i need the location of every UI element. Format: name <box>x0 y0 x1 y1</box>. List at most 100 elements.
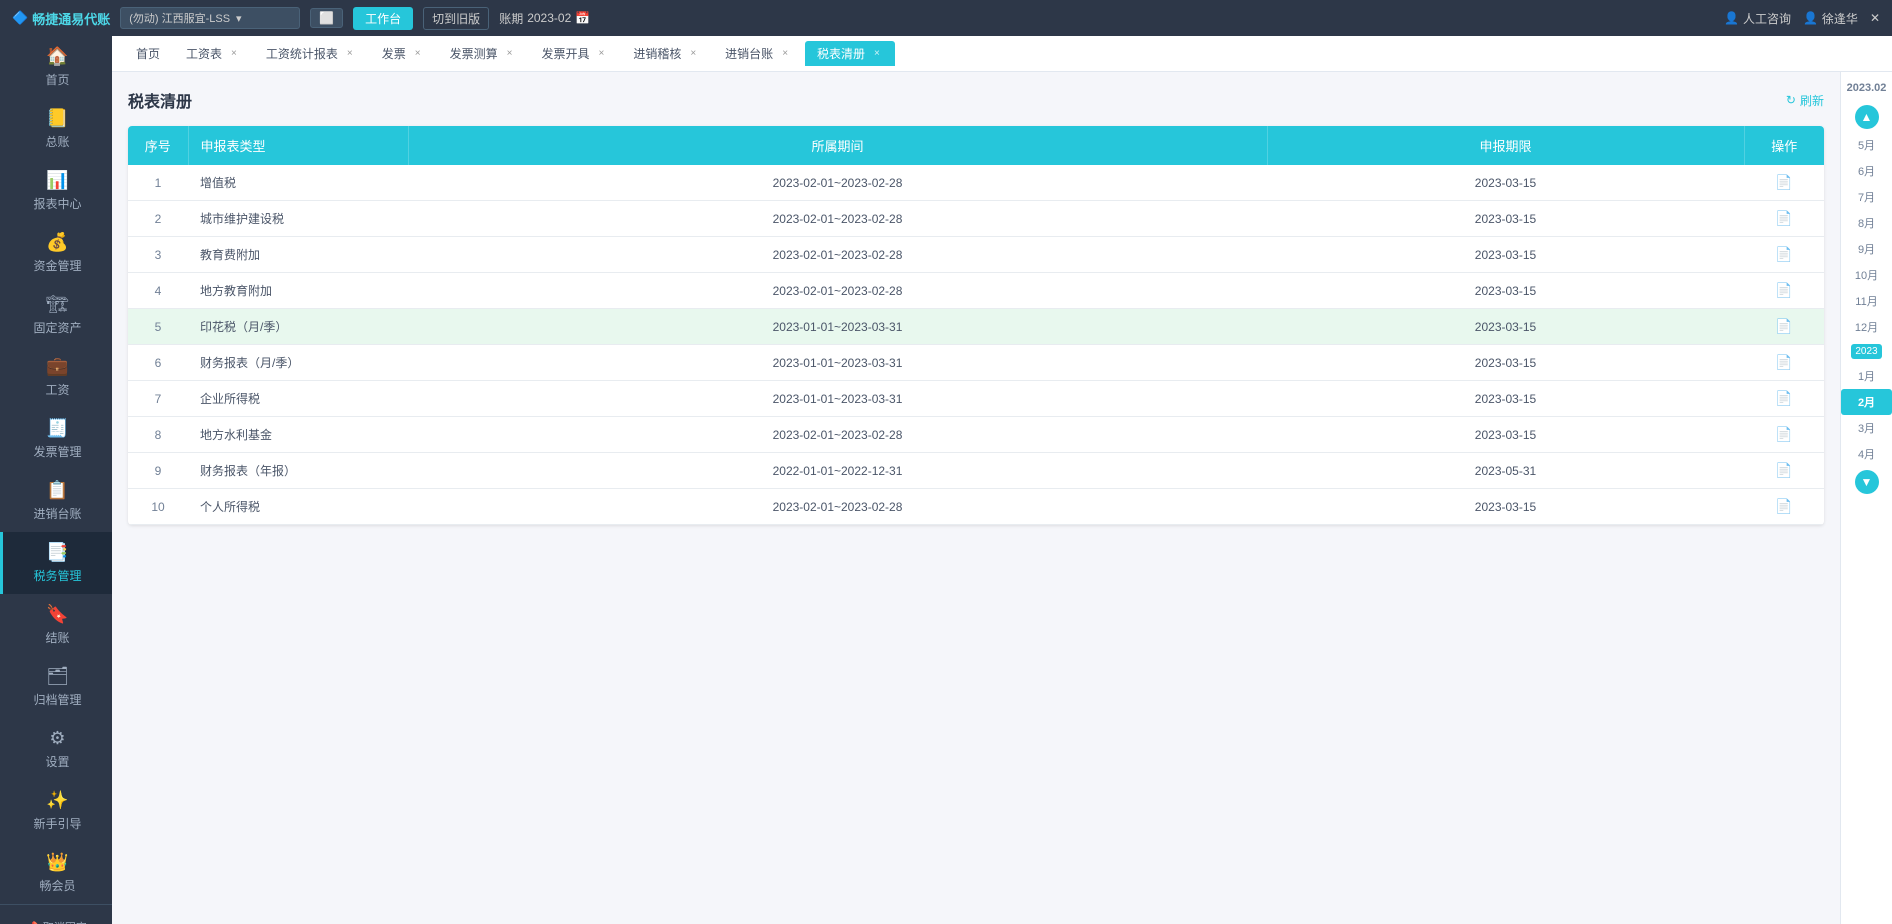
sidebar-item-settle[interactable]: 🔖 结账 <box>0 594 112 656</box>
cell-deadline: 2023-03-15 <box>1267 489 1744 525</box>
timeline-month-6[interactable]: 6月 <box>1841 158 1892 184</box>
sidebar-item-salary[interactable]: 💼 工资 <box>0 346 112 408</box>
tab-home[interactable]: 首页 <box>124 41 172 66</box>
cell-action: 📄 <box>1744 237 1824 273</box>
action-icon[interactable]: 📄 <box>1775 498 1792 514</box>
timeline-down-btn[interactable]: ▼ <box>1855 470 1879 494</box>
sidebar-item-report[interactable]: 📊 报表中心 <box>0 160 112 222</box>
table-row: 5印花税（月/季）2023-01-01~2023-03-312023-03-15… <box>128 309 1824 345</box>
sidebar-item-funds[interactable]: 💰 资金管理 <box>0 222 112 284</box>
action-icon[interactable]: 📄 <box>1775 246 1792 262</box>
cell-type: 个人所得税 <box>188 489 408 525</box>
timeline-month-9[interactable]: 9月 <box>1841 236 1892 262</box>
cell-no: 1 <box>128 165 188 201</box>
action-icon[interactable]: 📄 <box>1775 426 1792 442</box>
user-menu[interactable]: 👤 徐逢华 <box>1803 10 1858 27</box>
refresh-button[interactable]: ↻ 刷新 <box>1786 92 1824 109</box>
timeline-month-7[interactable]: 7月 <box>1841 184 1892 210</box>
cell-no: 4 <box>128 273 188 309</box>
tab-salary-report[interactable]: 工资统计报表 × <box>254 41 368 66</box>
tab-invoice-calc-close[interactable]: × <box>504 47 516 60</box>
timeline-month-12[interactable]: 12月 <box>1841 314 1892 340</box>
tab-salary-report-close[interactable]: × <box>344 47 356 60</box>
tax-table: 序号 申报表类型 所属期间 申报期限 操作 1增值税2023-02-01~202… <box>128 126 1824 525</box>
ai-consult-btn[interactable]: 👤 人工咨询 <box>1724 10 1791 27</box>
top-bar: 🔷 畅捷通易代账 (勿动) 江西服宜-LSS ▾ ⬜ 工作台 切到旧版 账期 2… <box>0 0 1892 36</box>
member-icon: 👑 <box>46 852 68 873</box>
calendar-icon[interactable]: 📅 <box>575 11 590 25</box>
cell-no: 6 <box>128 345 188 381</box>
timeline-month-2-current[interactable]: 2月 <box>1841 389 1892 415</box>
sidebar-item-home[interactable]: 🏠 首页 <box>0 36 112 98</box>
cell-deadline: 2023-03-15 <box>1267 237 1744 273</box>
sidebar-item-assets[interactable]: 🏗 固定资产 <box>0 284 112 346</box>
cell-period: 2023-01-01~2023-03-31 <box>408 309 1267 345</box>
tab-inout-audit[interactable]: 进销稽核 × <box>621 41 711 66</box>
timeline-up-btn[interactable]: ▲ <box>1855 105 1879 129</box>
old-mode-button[interactable]: 切到旧版 <box>423 7 489 30</box>
sidebar-item-invoice[interactable]: 🧾 发票管理 <box>0 408 112 470</box>
cancel-fixed-btn[interactable]: 📌 取消固定 <box>0 913 112 924</box>
page-content: 税表清册 ↻ 刷新 序号 申报表类型 所属期间 申报期限 操作 <box>112 72 1892 924</box>
sidebar-bottom: 📌 取消固定 <box>0 904 112 924</box>
sidebar-label-settings: 设置 <box>45 753 69 770</box>
cell-type: 增值税 <box>188 165 408 201</box>
action-icon[interactable]: 📄 <box>1775 210 1792 226</box>
content-area: 首页 工资表 × 工资统计报表 × 发票 × 发票测算 × 发票开具 × <box>112 36 1892 924</box>
tab-salary-table[interactable]: 工资表 × <box>174 41 252 66</box>
page-title: 税表清册 <box>128 88 192 112</box>
timeline-month-1[interactable]: 1月 <box>1841 363 1892 389</box>
cell-period: 2023-02-01~2023-02-28 <box>408 489 1267 525</box>
archive-icon: 🗂 <box>46 666 69 687</box>
workspace-button[interactable]: 工作台 <box>353 7 413 30</box>
sidebar-item-inout[interactable]: 📋 进销台账 <box>0 470 112 532</box>
tab-inout-ledger-close[interactable]: × <box>779 47 791 60</box>
cell-action: 📄 <box>1744 273 1824 309</box>
cell-type: 财务报表（年报） <box>188 453 408 489</box>
tab-invoice-open-close[interactable]: × <box>595 47 607 60</box>
tab-invoice[interactable]: 发票 × <box>370 41 436 66</box>
sidebar-item-tax[interactable]: 📑 税务管理 <box>0 532 112 594</box>
tab-inout-ledger-label: 进销台账 <box>725 45 773 62</box>
timeline-month-11[interactable]: 11月 <box>1841 288 1892 314</box>
sidebar-item-member[interactable]: 👑 畅会员 <box>0 842 112 904</box>
action-icon[interactable]: 📄 <box>1775 390 1792 406</box>
tab-inout-ledger[interactable]: 进销台账 × <box>713 41 803 66</box>
cell-period: 2023-02-01~2023-02-28 <box>408 417 1267 453</box>
table-row: 7企业所得税2023-01-01~2023-03-312023-03-15📄 <box>128 381 1824 417</box>
cell-deadline: 2023-03-15 <box>1267 273 1744 309</box>
period-value: 2023-02 <box>527 11 571 25</box>
action-icon[interactable]: 📄 <box>1775 318 1792 334</box>
timeline-month-8[interactable]: 8月 <box>1841 210 1892 236</box>
action-icon[interactable]: 📄 <box>1775 174 1792 190</box>
timeline-month-4[interactable]: 4月 <box>1841 441 1892 467</box>
window-close-btn[interactable]: ✕ <box>1870 11 1880 25</box>
user-name: 徐逢华 <box>1822 10 1858 27</box>
action-icon[interactable]: 📄 <box>1775 354 1792 370</box>
tab-tax-clearance-close[interactable]: × <box>871 47 883 60</box>
user-avatar: 👤 <box>1803 11 1818 25</box>
tab-salary-table-close[interactable]: × <box>228 47 240 60</box>
action-icon[interactable]: 📄 <box>1775 282 1792 298</box>
tab-invoice-open[interactable]: 发票开具 × <box>529 41 619 66</box>
timeline-month-3[interactable]: 3月 <box>1841 415 1892 441</box>
sidebar-item-guide[interactable]: ✨ 新手引导 <box>0 780 112 842</box>
tab-invoice-close[interactable]: × <box>412 47 424 60</box>
timeline-month-5[interactable]: 5月 <box>1841 132 1892 158</box>
timeline-panel: 2023.02 ▲ 5月 6月 7月 8月 9月 10月 11月 12月 202… <box>1840 72 1892 924</box>
timeline-month-10[interactable]: 10月 <box>1841 262 1892 288</box>
action-icon[interactable]: 📄 <box>1775 462 1792 478</box>
tab-inout-audit-close[interactable]: × <box>687 47 699 60</box>
copy-button[interactable]: ⬜ <box>310 8 343 28</box>
sidebar-item-archive[interactable]: 🗂 归档管理 <box>0 656 112 718</box>
company-selector[interactable]: (勿动) 江西服宜-LSS ▾ <box>120 7 300 29</box>
cell-period: 2023-02-01~2023-02-28 <box>408 237 1267 273</box>
tab-tax-clearance[interactable]: 税表清册 × <box>805 41 895 66</box>
col-action: 操作 <box>1744 126 1824 165</box>
sidebar-item-ledger[interactable]: 📒 总账 <box>0 98 112 160</box>
tab-invoice-calc[interactable]: 发票测算 × <box>438 41 528 66</box>
main-panel: 税表清册 ↻ 刷新 序号 申报表类型 所属期间 申报期限 操作 <box>112 72 1840 924</box>
sidebar-item-settings[interactable]: ⚙ 设置 <box>0 718 112 780</box>
ledger-icon: 📒 <box>46 108 68 129</box>
cell-no: 3 <box>128 237 188 273</box>
